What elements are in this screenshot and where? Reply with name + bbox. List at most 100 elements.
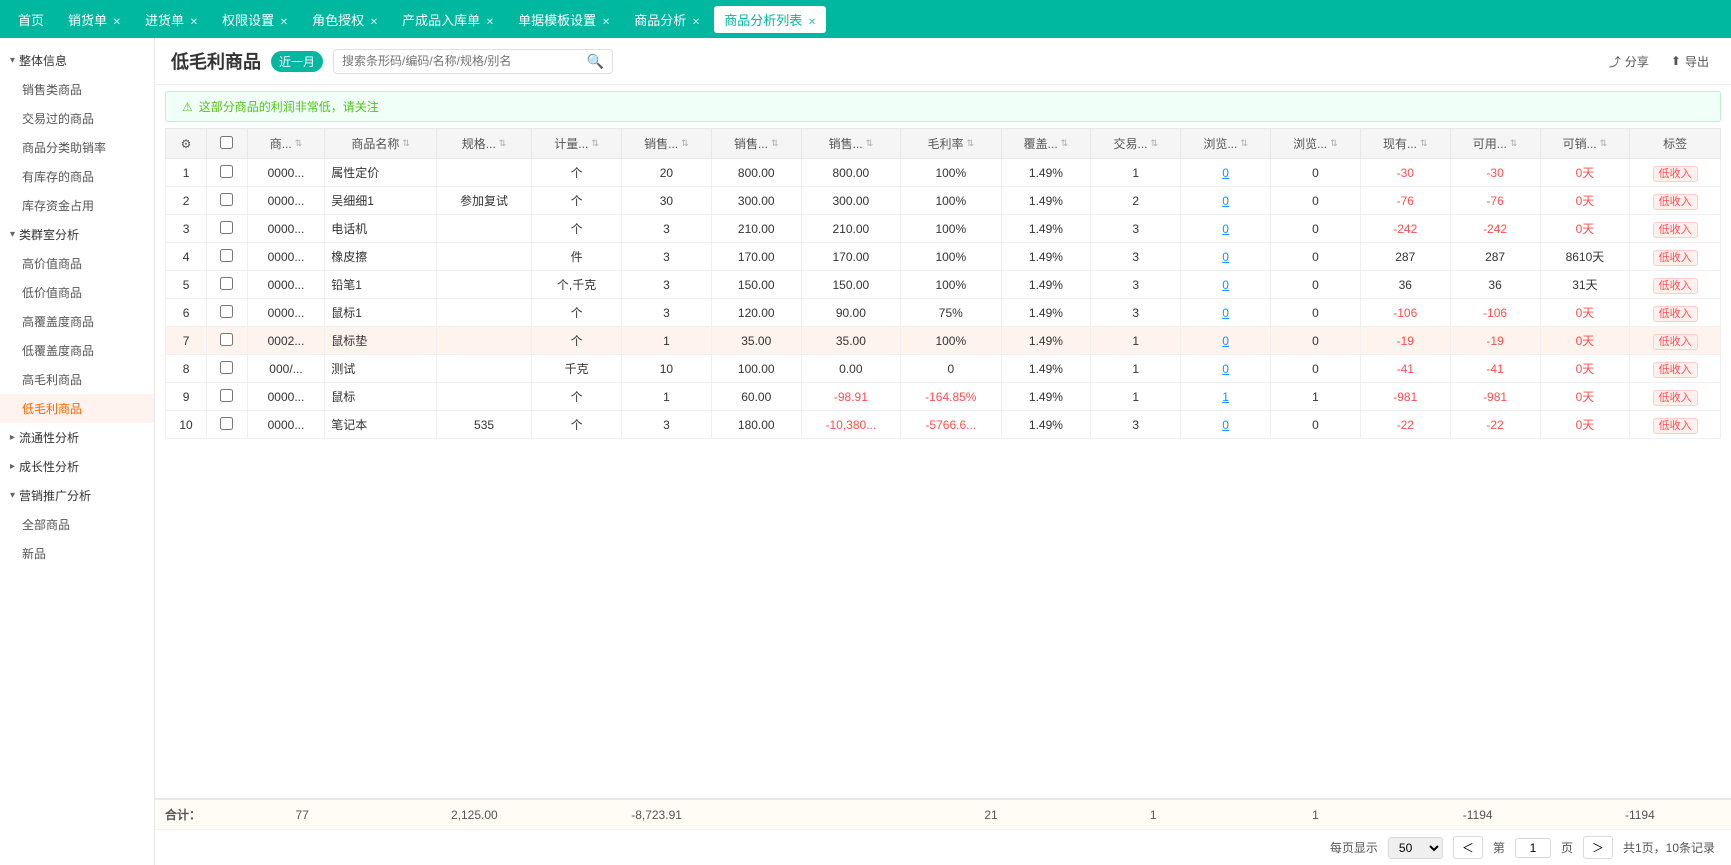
cell-checkbox[interactable] [207, 383, 248, 411]
cell-name[interactable]: 鼠标垫 [325, 327, 437, 355]
th-browse2[interactable]: 浏览...⇅ [1271, 129, 1361, 159]
sidebar-item-sales-goods[interactable]: 销售类商品 [0, 75, 154, 104]
th-available[interactable]: 可用...⇅ [1450, 129, 1540, 159]
export-button[interactable]: ⬆ 导出 [1665, 50, 1715, 73]
th-tag[interactable]: 标签 [1630, 129, 1721, 159]
th-code[interactable]: 商...⇅ [247, 129, 325, 159]
nav-purchase-close[interactable]: ✕ [190, 17, 198, 28]
cell-name[interactable]: 笔记本 [325, 411, 437, 439]
sidebar-item-low-margin[interactable]: 低毛利商品 [0, 394, 154, 423]
sidebar-item-new-goods[interactable]: 新品 [0, 539, 154, 568]
cell-checkbox[interactable] [207, 187, 248, 215]
cell-checkbox[interactable] [207, 355, 248, 383]
th-sales-qty[interactable]: 销售...⇅ [622, 129, 712, 159]
th-name[interactable]: 商品名称⇅ [325, 129, 437, 159]
row-checkbox[interactable] [220, 277, 233, 290]
nav-product-analysis[interactable]: 商品分析 ✕ [624, 6, 710, 33]
nav-home[interactable]: 首页 [8, 6, 54, 33]
cell-browse1[interactable]: 0 [1181, 327, 1271, 355]
cell-checkbox[interactable] [207, 159, 248, 187]
th-sales-amount[interactable]: 销售...⇅ [801, 129, 900, 159]
nav-permissions-close[interactable]: ✕ [280, 17, 288, 28]
cell-name[interactable]: 鼠标1 [325, 299, 437, 327]
page-number-input[interactable] [1515, 838, 1551, 858]
cell-checkbox[interactable] [207, 271, 248, 299]
sidebar-item-low-value[interactable]: 低价值商品 [0, 278, 154, 307]
nav-sales[interactable]: 销货单 ✕ [58, 6, 131, 33]
row-checkbox[interactable] [220, 193, 233, 206]
sidebar-item-in-stock[interactable]: 有库存的商品 [0, 162, 154, 191]
nav-products-in-close[interactable]: ✕ [486, 17, 494, 28]
cell-checkbox[interactable] [207, 411, 248, 439]
th-trade[interactable]: 交易...⇅ [1091, 129, 1181, 159]
sidebar-item-high-coverage[interactable]: 高覆盖度商品 [0, 307, 154, 336]
cell-browse1[interactable]: 0 [1181, 187, 1271, 215]
sidebar-section-cluster[interactable]: ▾ 类群室分析 [0, 220, 154, 249]
cell-checkbox[interactable] [207, 243, 248, 271]
nav-product-analysis-close[interactable]: ✕ [692, 17, 700, 28]
cell-checkbox[interactable] [207, 327, 248, 355]
next-page-button[interactable]: ＞ [1583, 836, 1613, 859]
nav-sales-close[interactable]: ✕ [113, 17, 121, 28]
prev-page-button[interactable]: ＜ [1453, 836, 1483, 859]
select-all-checkbox[interactable] [220, 136, 233, 149]
cell-browse1[interactable]: 0 [1181, 355, 1271, 383]
th-coverage[interactable]: 覆盖...⇅ [1001, 129, 1091, 159]
sidebar-item-traded-goods[interactable]: 交易过的商品 [0, 104, 154, 133]
th-spec[interactable]: 规格...⇅ [436, 129, 531, 159]
row-checkbox[interactable] [220, 221, 233, 234]
cell-browse1[interactable]: 1 [1181, 383, 1271, 411]
cell-name[interactable]: 橡皮擦 [325, 243, 437, 271]
cell-name[interactable]: 铅笔1 [325, 271, 437, 299]
sidebar-section-marketing[interactable]: ▾ 营销推广分析 [0, 481, 154, 510]
cell-name[interactable]: 电话机 [325, 215, 437, 243]
sidebar-item-low-coverage[interactable]: 低覆盖度商品 [0, 336, 154, 365]
share-button[interactable]: ⤴ 分享 [1603, 50, 1655, 73]
row-checkbox[interactable] [220, 417, 233, 430]
cell-browse1[interactable]: 0 [1181, 159, 1271, 187]
cell-checkbox[interactable] [207, 299, 248, 327]
filter-tag-month[interactable]: 近一月 [271, 51, 323, 72]
row-checkbox[interactable] [220, 389, 233, 402]
sidebar-section-growth[interactable]: ▸ 成长性分析 [0, 452, 154, 481]
search-input[interactable] [342, 54, 581, 68]
row-checkbox[interactable] [220, 333, 233, 346]
nav-roles[interactable]: 角色授权 ✕ [302, 6, 388, 33]
cell-browse1[interactable]: 0 [1181, 215, 1271, 243]
cell-name[interactable]: 鼠标 [325, 383, 437, 411]
cell-name[interactable]: 属性定价 [325, 159, 437, 187]
nav-permissions[interactable]: 权限设置 ✕ [212, 6, 298, 33]
search-box[interactable]: 🔍 [333, 49, 613, 74]
nav-roles-close[interactable]: ✕ [370, 17, 378, 28]
sidebar-item-category-rate[interactable]: 商品分类助销率 [0, 133, 154, 162]
cell-browse1[interactable]: 0 [1181, 299, 1271, 327]
row-checkbox[interactable] [220, 361, 233, 374]
cell-name[interactable]: 吴细细1 [325, 187, 437, 215]
cell-browse1[interactable]: 0 [1181, 411, 1271, 439]
row-checkbox[interactable] [220, 305, 233, 318]
nav-product-analysis-list-close[interactable]: ✕ [808, 17, 816, 28]
sidebar-item-capital[interactable]: 库存资金占用 [0, 191, 154, 220]
nav-templates-close[interactable]: ✕ [602, 17, 610, 28]
th-gross-rate[interactable]: 毛利率⇅ [901, 129, 1001, 159]
th-settings[interactable]: ⚙ [166, 129, 207, 159]
th-current[interactable]: 现有...⇅ [1360, 129, 1450, 159]
per-page-select[interactable]: 50 100 200 [1388, 837, 1443, 859]
cell-checkbox[interactable] [207, 215, 248, 243]
sidebar-item-high-margin[interactable]: 高毛利商品 [0, 365, 154, 394]
sidebar-section-flow[interactable]: ▸ 流通性分析 [0, 423, 154, 452]
th-sales-price[interactable]: 销售...⇅ [711, 129, 801, 159]
row-checkbox[interactable] [220, 249, 233, 262]
nav-purchase[interactable]: 进货单 ✕ [135, 6, 208, 33]
cell-browse1[interactable]: 0 [1181, 271, 1271, 299]
cell-name[interactable]: 测试 [325, 355, 437, 383]
nav-product-analysis-list[interactable]: 商品分析列表 ✕ [714, 6, 826, 33]
th-checkbox[interactable] [207, 129, 248, 159]
nav-products-in[interactable]: 产成品入库单 ✕ [392, 6, 504, 33]
th-unit[interactable]: 计量...⇅ [532, 129, 622, 159]
nav-templates[interactable]: 单据模板设置 ✕ [508, 6, 620, 33]
sidebar-section-overall[interactable]: ▾ 整体信息 [0, 46, 154, 75]
cell-browse1[interactable]: 0 [1181, 243, 1271, 271]
th-browse1[interactable]: 浏览...⇅ [1181, 129, 1271, 159]
sidebar-item-all-goods[interactable]: 全部商品 [0, 510, 154, 539]
